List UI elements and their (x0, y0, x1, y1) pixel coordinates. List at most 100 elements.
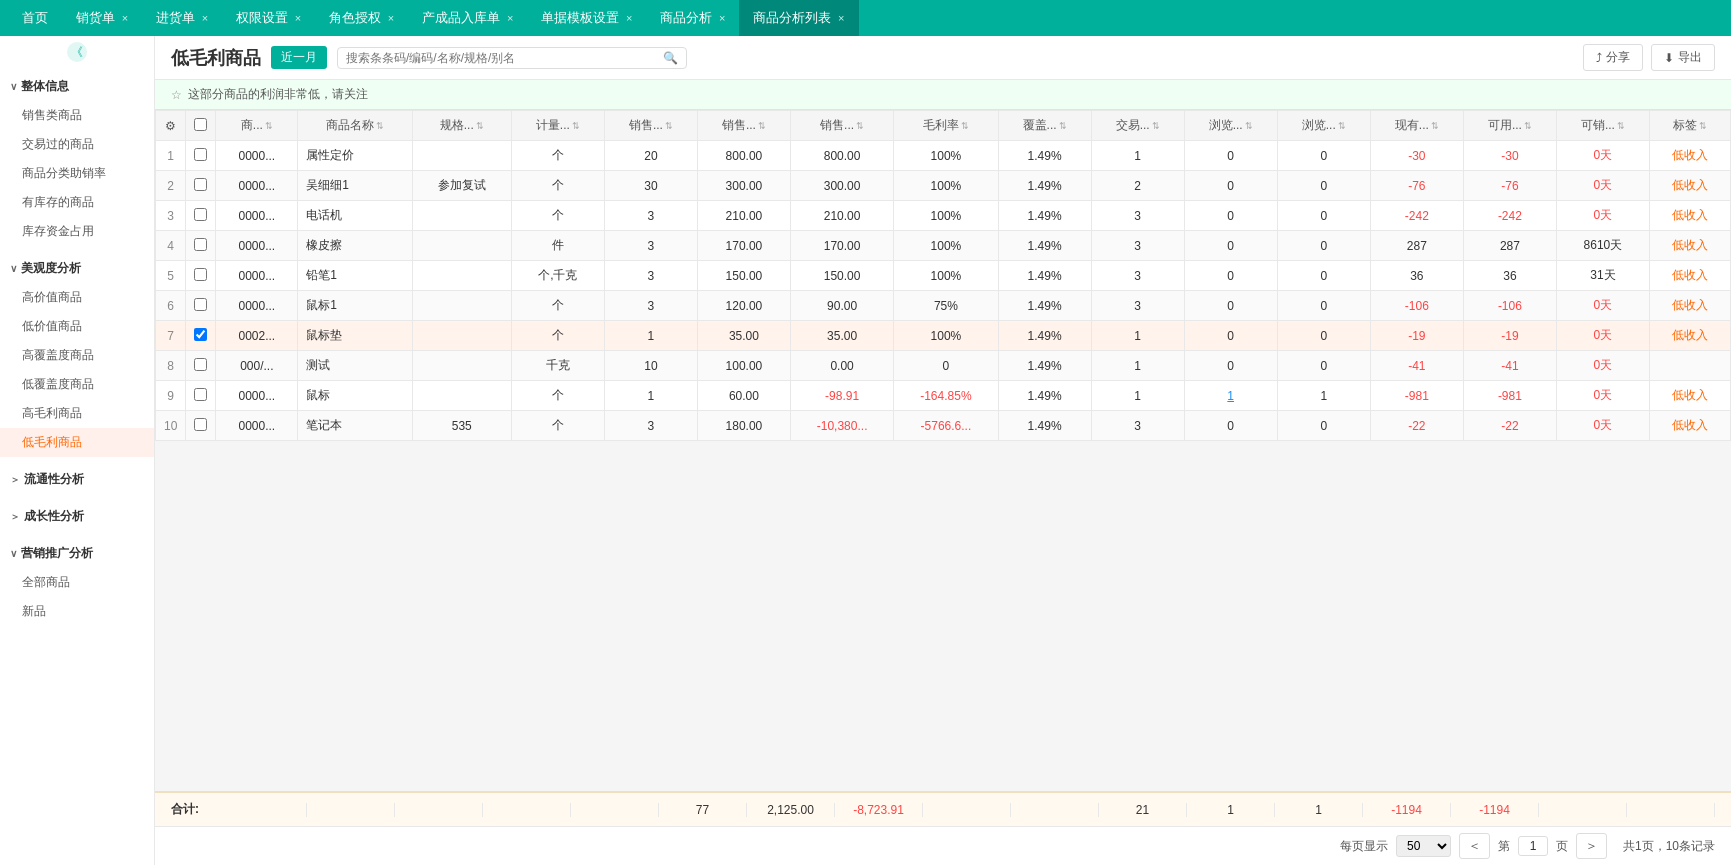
th-gross-margin[interactable]: 毛利率 ⇅ (894, 111, 998, 141)
time-filter-btn[interactable]: 近一月 (271, 46, 327, 69)
sidebar-section-growth-title[interactable]: ＞ 成长性分析 (0, 502, 154, 531)
row-checkbox-cell[interactable] (186, 411, 216, 441)
row-checkbox[interactable] (194, 418, 207, 431)
sidebar-section-aesthetic-title[interactable]: ∨ 美观度分析 (0, 254, 154, 283)
nav-analysis-list[interactable]: 商品分析列表 × (739, 0, 858, 36)
sidebar-section-growth: ＞ 成长性分析 (0, 498, 154, 535)
sidebar-item-stock-goods[interactable]: 有库存的商品 (0, 188, 154, 217)
sidebar-section-circulation-title[interactable]: ＞ 流通性分析 (0, 465, 154, 494)
nav-sales[interactable]: 销货单 × (62, 0, 142, 36)
nav-templates[interactable]: 单据模板设置 × (527, 0, 646, 36)
th-sale-amount[interactable]: 销售... ⇅ (790, 111, 893, 141)
page-size-select[interactable]: 50 100 200 (1396, 835, 1451, 857)
arrow-icon-3: ＞ (10, 473, 20, 487)
sidebar-collapse-btn[interactable]: 《 (67, 42, 87, 62)
th-browse-count[interactable]: 浏览... ⇅ (1184, 111, 1277, 141)
sidebar-section-marketing-title[interactable]: ∨ 营销推广分析 (0, 539, 154, 568)
row-current-stock: 36 (1370, 261, 1463, 291)
row-code: 0000... (216, 201, 298, 231)
search-icon[interactable]: 🔍 (663, 51, 678, 65)
nav-roles[interactable]: 角色授权 × (315, 0, 408, 36)
row-checkbox[interactable] (194, 238, 207, 251)
sidebar-item-low-margin[interactable]: 低毛利商品 (0, 428, 154, 457)
nav-purchase[interactable]: 进货单 × (142, 0, 222, 36)
th-settings[interactable]: ⚙ (156, 111, 186, 141)
nav-sales-close[interactable]: × (122, 12, 128, 24)
prev-page-btn[interactable]: ＜ (1459, 833, 1490, 859)
share-btn[interactable]: ⤴ 分享 (1583, 44, 1643, 71)
row-checkbox-cell[interactable] (186, 321, 216, 351)
row-checkbox-cell[interactable] (186, 141, 216, 171)
row-sellable-days: 0天 (1556, 411, 1649, 441)
th-tag[interactable]: 标签 ⇅ (1649, 111, 1730, 141)
row-checkbox[interactable] (194, 388, 207, 401)
row-browse-count: 0 (1184, 411, 1277, 441)
sidebar-item-all-goods[interactable]: 全部商品 (0, 568, 154, 597)
search-input[interactable] (346, 51, 657, 65)
row-checkbox-cell[interactable] (186, 261, 216, 291)
row-unit: 个 (511, 381, 604, 411)
row-checkbox[interactable] (194, 358, 207, 371)
row-checkbox[interactable] (194, 328, 207, 341)
row-checkbox-cell[interactable] (186, 351, 216, 381)
th-spec[interactable]: 规格... ⇅ (412, 111, 511, 141)
sidebar-item-high-value[interactable]: 高价值商品 (0, 283, 154, 312)
nav-analysis-close[interactable]: × (719, 12, 725, 24)
nav-products[interactable]: 产成品入库单 × (408, 0, 527, 36)
row-browse-count: 0 (1184, 201, 1277, 231)
th-browse-rate[interactable]: 浏览... ⇅ (1277, 111, 1370, 141)
sidebar-section-overall-title[interactable]: ∨ 整体信息 (0, 72, 154, 101)
nav-permissions-close[interactable]: × (295, 12, 301, 24)
nav-purchase-close[interactable]: × (202, 12, 208, 24)
row-checkbox-cell[interactable] (186, 201, 216, 231)
row-checkbox[interactable] (194, 208, 207, 221)
th-trade-count[interactable]: 交易... ⇅ (1091, 111, 1184, 141)
row-checkbox-cell[interactable] (186, 171, 216, 201)
row-checkbox-cell[interactable] (186, 231, 216, 261)
sidebar-item-low-value[interactable]: 低价值商品 (0, 312, 154, 341)
th-unit[interactable]: 计量... ⇅ (511, 111, 604, 141)
row-available-stock: -76 (1463, 171, 1556, 201)
row-sellable-days: 0天 (1556, 171, 1649, 201)
row-checkbox[interactable] (194, 148, 207, 161)
nav-templates-close[interactable]: × (626, 12, 632, 24)
sidebar-item-low-coverage[interactable]: 低覆盖度商品 (0, 370, 154, 399)
th-code[interactable]: 商... ⇅ (216, 111, 298, 141)
nav-roles-close[interactable]: × (388, 12, 394, 24)
nav-analysis-list-close[interactable]: × (838, 12, 844, 24)
row-sale-price: 180.00 (697, 411, 790, 441)
row-unit: 个 (511, 171, 604, 201)
sidebar-item-new-goods[interactable]: 新品 (0, 597, 154, 626)
row-checkbox-cell[interactable] (186, 291, 216, 321)
row-checkbox[interactable] (194, 268, 207, 281)
browse-link[interactable]: 1 (1227, 389, 1234, 403)
sidebar-item-sales-goods[interactable]: 销售类商品 (0, 101, 154, 130)
sidebar-item-traded-goods[interactable]: 交易过的商品 (0, 130, 154, 159)
browse-count-val: 0 (1227, 149, 1234, 163)
th-sellable-days[interactable]: 可销... ⇅ (1556, 111, 1649, 141)
sidebar-item-stock-capital[interactable]: 库存资金占用 (0, 217, 154, 246)
th-current-stock[interactable]: 现有... ⇅ (1370, 111, 1463, 141)
row-browse-count: 0 (1184, 321, 1277, 351)
sidebar-item-high-coverage[interactable]: 高覆盖度商品 (0, 341, 154, 370)
row-current-stock: -22 (1370, 411, 1463, 441)
row-checkbox-cell[interactable] (186, 381, 216, 411)
th-name[interactable]: 商品名称 ⇅ (298, 111, 412, 141)
row-checkbox[interactable] (194, 298, 207, 311)
th-coverage[interactable]: 覆盖... ⇅ (998, 111, 1091, 141)
th-sale-qty[interactable]: 销售... ⇅ (604, 111, 697, 141)
select-all-checkbox[interactable] (194, 118, 207, 131)
th-available-stock[interactable]: 可用... ⇅ (1463, 111, 1556, 141)
nav-permissions[interactable]: 权限设置 × (222, 0, 315, 36)
next-page-btn[interactable]: ＞ (1576, 833, 1607, 859)
row-checkbox[interactable] (194, 178, 207, 191)
sidebar-item-category-rate[interactable]: 商品分类助销率 (0, 159, 154, 188)
export-btn[interactable]: ⬇ 导出 (1651, 44, 1715, 71)
th-checkbox[interactable] (186, 111, 216, 141)
sidebar-item-high-margin[interactable]: 高毛利商品 (0, 399, 154, 428)
row-available-stock: -242 (1463, 201, 1556, 231)
nav-analysis[interactable]: 商品分析 × (646, 0, 739, 36)
th-sale-price[interactable]: 销售... ⇅ (697, 111, 790, 141)
nav-products-close[interactable]: × (507, 12, 513, 24)
nav-home[interactable]: 首页 (8, 0, 62, 36)
